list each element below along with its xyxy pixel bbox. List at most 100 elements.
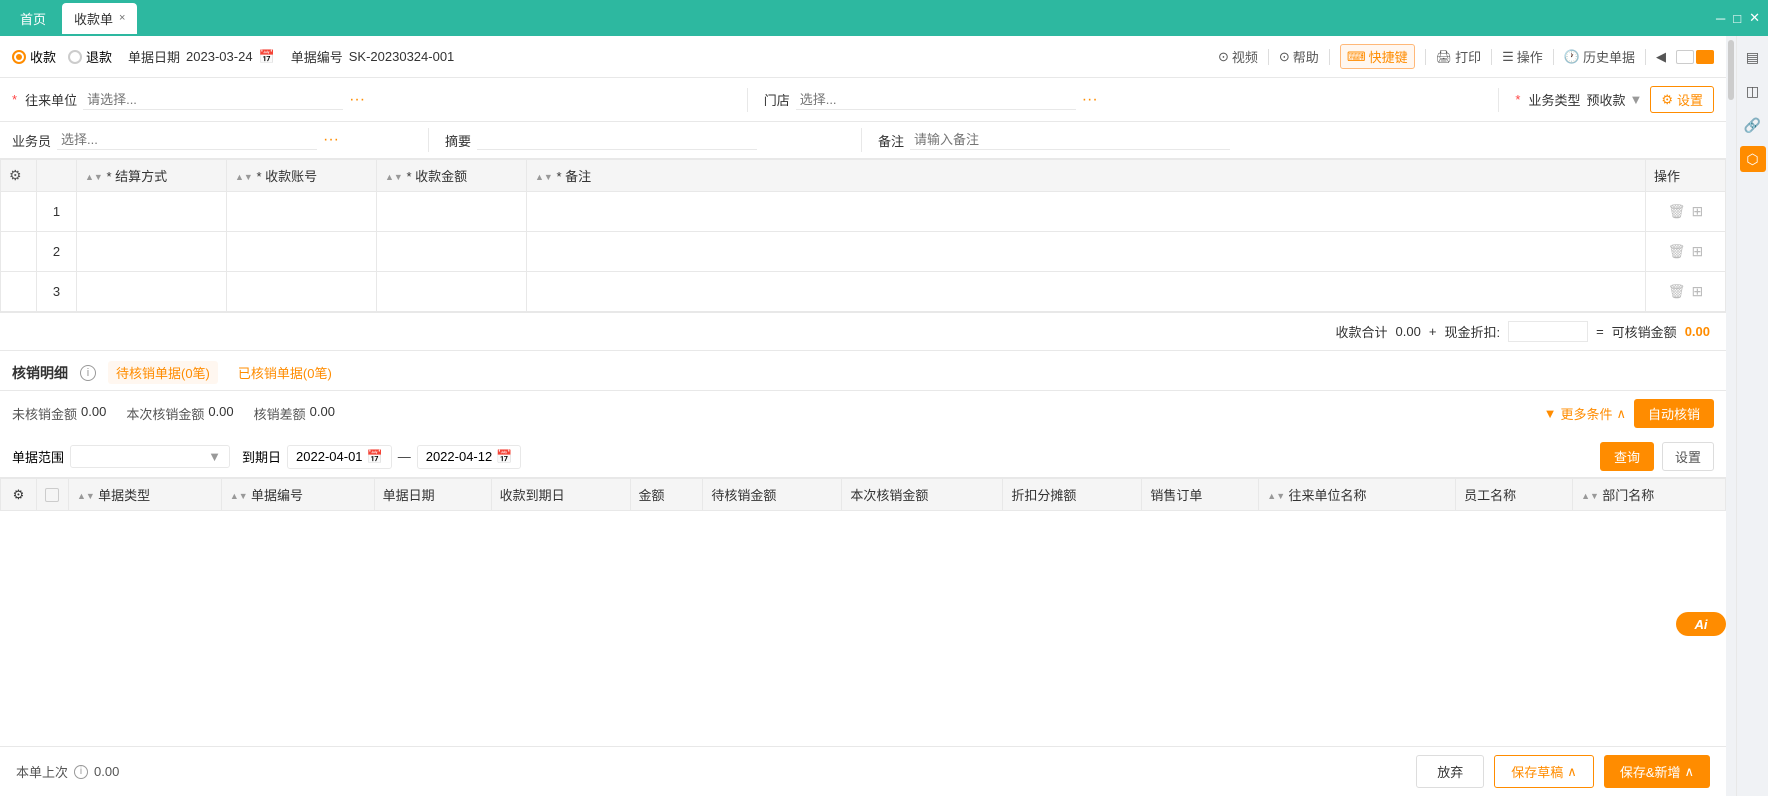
- scroll-thumb[interactable]: [1728, 40, 1734, 100]
- auto-verify-btn[interactable]: 自动核销: [1634, 399, 1714, 428]
- stat-unverified: 未核销金额 0.00: [12, 404, 106, 423]
- btn-history[interactable]: 🕐 历史单据: [1564, 47, 1635, 66]
- filter-btns: 查询 设置: [1600, 442, 1714, 471]
- discount-label: 现金折扣:: [1444, 322, 1500, 341]
- btn-video[interactable]: ⊙ 视频: [1218, 47, 1258, 66]
- summary-row: 收款合计 0.00 + 现金折扣: = 可核销金额 0.00: [0, 313, 1726, 351]
- date-to-calendar-icon[interactable]: 📅: [496, 449, 512, 465]
- td-amount-1[interactable]: [377, 192, 527, 232]
- staff-more-icon[interactable]: ···: [323, 132, 339, 148]
- th-settings[interactable]: ⚙: [1, 160, 37, 192]
- td-settle-3[interactable]: [77, 272, 227, 312]
- td-note-3[interactable]: [527, 272, 1646, 312]
- type-select[interactable]: 预收款 ▼: [1586, 90, 1642, 109]
- td-amount-3[interactable]: [377, 272, 527, 312]
- sidebar-icon-2[interactable]: ◫: [1740, 78, 1766, 104]
- td-note-2[interactable]: [527, 232, 1646, 272]
- discard-btn[interactable]: 放弃: [1416, 755, 1484, 788]
- filter-settings-btn[interactable]: 设置: [1662, 442, 1714, 471]
- scrollbar[interactable]: [1726, 36, 1736, 796]
- save-draft-btn[interactable]: 保存草稿 ∧: [1494, 755, 1594, 788]
- tab-close-icon[interactable]: ×: [119, 12, 125, 24]
- counterparty-required: *: [12, 92, 17, 107]
- copy-icon-1[interactable]: ⊞: [1692, 203, 1704, 220]
- staff-input[interactable]: [57, 130, 317, 150]
- view-grid-icon[interactable]: [1696, 50, 1714, 64]
- sidebar-icon-4[interactable]: ⬡: [1740, 146, 1766, 172]
- verify-title: 核销明细: [12, 363, 68, 383]
- tab-done[interactable]: 已核销单据(0笔): [230, 361, 340, 384]
- tab-home[interactable]: 首页: [8, 3, 58, 34]
- radio-receipt[interactable]: 收款: [12, 47, 56, 66]
- window-close-btn[interactable]: ✕: [1749, 10, 1760, 26]
- save-new-btn[interactable]: 保存&新增 ∧: [1604, 755, 1710, 788]
- delete-icon-1[interactable]: 🗑: [1668, 203, 1686, 220]
- delete-icon-3[interactable]: 🗑: [1668, 283, 1686, 300]
- th-action-label: 操作: [1654, 169, 1680, 184]
- radio-refund[interactable]: 退款: [68, 47, 112, 66]
- sub-gear-icon[interactable]: ⚙: [13, 487, 25, 502]
- delete-icon-2[interactable]: 🗑: [1668, 243, 1686, 260]
- filter-more-btn[interactable]: ▼ 更多条件 ∧: [1544, 404, 1626, 423]
- window-controls: ─ □ ✕: [1716, 10, 1760, 26]
- form-settings-btn[interactable]: ⚙ 设置: [1650, 86, 1714, 113]
- sidebar-icon-3[interactable]: 🔗: [1740, 112, 1766, 138]
- save-draft-label: 保存草稿: [1511, 762, 1563, 781]
- discount-input[interactable]: [1508, 321, 1588, 342]
- td-idx-1: 1: [37, 192, 77, 232]
- scope-select[interactable]: ▼: [70, 445, 230, 468]
- date-calendar-icon[interactable]: 📅: [259, 49, 275, 65]
- td-account-3[interactable]: [227, 272, 377, 312]
- view-list-icon[interactable]: [1676, 50, 1694, 64]
- counterparty-label: 往来单位: [25, 90, 77, 109]
- sth-dept: ▲▼ 部门名称: [1573, 479, 1726, 511]
- footer-value: 0.00: [94, 764, 119, 779]
- ai-label: Ai: [1695, 617, 1708, 632]
- td-account-2[interactable]: [227, 232, 377, 272]
- date-to-field[interactable]: 2022-04-12 📅: [417, 445, 522, 469]
- copy-icon-3[interactable]: ⊞: [1692, 283, 1704, 300]
- window-max-btn[interactable]: □: [1733, 11, 1741, 26]
- sth-settings[interactable]: ⚙: [1, 479, 37, 511]
- th-settle: ▲▼ * 结算方式: [77, 160, 227, 192]
- td-amount-2[interactable]: [377, 232, 527, 272]
- summary-input[interactable]: [477, 130, 757, 150]
- td-settle-2[interactable]: [77, 232, 227, 272]
- store-more-icon[interactable]: ···: [1082, 92, 1098, 108]
- window-min-btn[interactable]: ─: [1716, 11, 1725, 26]
- btn-help[interactable]: ⊙ 帮助: [1279, 47, 1319, 66]
- sidebar-icon-1[interactable]: ▤: [1740, 44, 1766, 70]
- td-settle-1[interactable]: [77, 192, 227, 232]
- store-input[interactable]: [796, 90, 1076, 110]
- table-gear-icon[interactable]: ⚙: [9, 167, 22, 183]
- sth-partner: ▲▼ 往来单位名称: [1259, 479, 1456, 511]
- remark-input[interactable]: [910, 130, 1230, 150]
- tab-receipt[interactable]: 收款单 ×: [62, 3, 137, 34]
- right-sidebar: ▤ ◫ 🔗 ⬡: [1736, 36, 1768, 796]
- counterparty-more-icon[interactable]: ···: [349, 92, 365, 108]
- verify-info-icon[interactable]: i: [80, 365, 96, 381]
- select-all-checkbox[interactable]: [45, 488, 59, 502]
- counterparty-input[interactable]: [83, 90, 343, 110]
- sth-pending-label: 待核销金额: [711, 488, 776, 503]
- th-settle-label: * 结算方式: [106, 169, 167, 184]
- sort-icon-dept: ▲▼: [1581, 492, 1599, 501]
- query-btn[interactable]: 查询: [1600, 442, 1654, 471]
- sort-icon-partner: ▲▼: [1267, 492, 1285, 501]
- sth-due: 收款到期日: [491, 479, 630, 511]
- td-idx-3: 3: [37, 272, 77, 312]
- btn-nav-prev[interactable]: ◀: [1656, 49, 1666, 65]
- td-note-1[interactable]: [527, 192, 1646, 232]
- btn-shortcut[interactable]: ⌨ 快捷键: [1340, 44, 1415, 69]
- td-account-1[interactable]: [227, 192, 377, 232]
- sth-pending: 待核销金额: [703, 479, 842, 511]
- ai-badge[interactable]: Ai: [1676, 612, 1726, 636]
- date-from-field[interactable]: 2022-04-01 📅: [287, 445, 392, 469]
- btn-operate[interactable]: ☰ 操作: [1502, 47, 1543, 66]
- copy-icon-2[interactable]: ⊞: [1692, 243, 1704, 260]
- tab-receipt-label: 收款单: [74, 9, 113, 28]
- sth-check[interactable]: [37, 479, 69, 511]
- btn-print[interactable]: 🖨 打印: [1436, 47, 1482, 66]
- date-from-calendar-icon[interactable]: 📅: [367, 449, 383, 465]
- tab-pending[interactable]: 待核销单据(0笔): [108, 361, 218, 384]
